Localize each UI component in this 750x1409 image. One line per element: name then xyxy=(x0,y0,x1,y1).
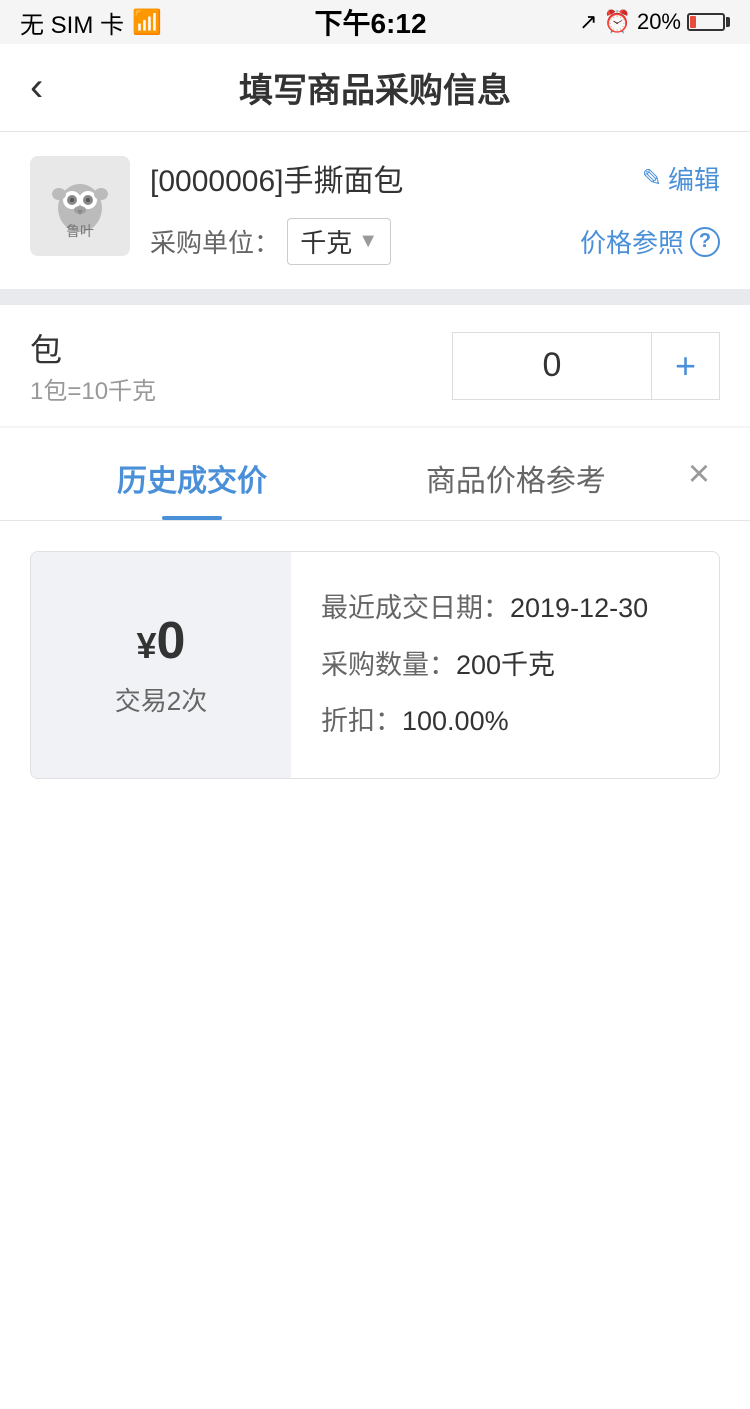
history-left-panel: ¥0 交易2次 xyxy=(31,552,291,778)
history-card: ¥0 交易2次 最近成交日期：2019-12-30 采购数量：200千克 折扣：… xyxy=(30,551,720,779)
history-price: ¥0 xyxy=(137,611,186,671)
back-button[interactable]: ‹ xyxy=(30,65,63,110)
qty-input[interactable]: 0 xyxy=(452,332,652,400)
unit-label: 采购单位： 千克 ▼ xyxy=(150,218,391,265)
status-left: 无 SIM 卡 📶 xyxy=(20,5,162,40)
edit-label: 编辑 xyxy=(668,160,720,197)
price-ref-button[interactable]: 价格参照 ? xyxy=(580,223,720,260)
qty-controls: 0 + xyxy=(452,332,720,400)
location-icon: ↗ xyxy=(579,9,597,35)
help-icon: ? xyxy=(690,227,720,257)
product-name: [0000006]手撕面包 xyxy=(150,156,403,200)
qty-conversion: 1包=10千克 xyxy=(30,371,156,406)
battery-icon xyxy=(687,13,730,31)
history-right-panel: 最近成交日期：2019-12-30 采购数量：200千克 折扣：100.00% xyxy=(291,552,719,778)
product-card: 鲁叶 [0000006]手撕面包 ✎ 编辑 采购单位： 千克 ▼ xyxy=(0,132,750,289)
section-divider xyxy=(0,289,750,305)
page-body xyxy=(0,809,750,1409)
qty-plus-button[interactable]: + xyxy=(652,332,720,400)
tab-price-reference[interactable]: 商品价格参考 xyxy=(354,428,678,520)
discount-row: 折扣：100.00% xyxy=(321,701,689,742)
status-right: ↗ ⏰ 20% xyxy=(579,9,730,35)
tabs-header: 历史成交价 商品价格参考 × xyxy=(0,428,750,521)
price-ref-label: 价格参照 xyxy=(580,223,684,260)
qty-unit-label: 包 xyxy=(30,325,156,371)
purchase-qty-row: 采购数量：200千克 xyxy=(321,645,689,686)
nav-bar: ‹ 填写商品采购信息 xyxy=(0,44,750,132)
history-content: ¥0 交易2次 最近成交日期：2019-12-30 采购数量：200千克 折扣：… xyxy=(0,521,750,809)
yen-symbol: ¥ xyxy=(137,625,157,666)
wifi-icon: 📶 xyxy=(132,8,162,37)
unit-select[interactable]: 千克 ▼ xyxy=(287,218,391,265)
close-button[interactable]: × xyxy=(678,433,720,516)
svg-text:鲁叶: 鲁叶 xyxy=(66,223,94,239)
edit-icon: ✎ xyxy=(642,164,662,193)
recent-date-row: 最近成交日期：2019-12-30 xyxy=(321,588,689,629)
edit-button[interactable]: ✎ 编辑 xyxy=(642,160,720,197)
history-trades: 交易2次 xyxy=(115,681,207,718)
status-time: 下午6:12 xyxy=(314,2,426,42)
product-thumbnail: 鲁叶 xyxy=(30,156,130,256)
battery-pct: 20% xyxy=(637,9,681,35)
product-info: [0000006]手撕面包 ✎ 编辑 采购单位： 千克 ▼ 价格参照 ? xyxy=(150,156,720,265)
alarm-icon: ⏰ xyxy=(604,9,631,35)
unit-value: 千克 xyxy=(300,223,352,260)
quantity-row: 包 1包=10千克 0 + xyxy=(0,305,750,426)
tabs-panel: 历史成交价 商品价格参考 × ¥0 交易2次 最近成交日期：2019-12-30… xyxy=(0,428,750,809)
chevron-down-icon: ▼ xyxy=(358,230,378,253)
sim-status: 无 SIM 卡 xyxy=(20,5,124,40)
page-title: 填写商品采购信息 xyxy=(239,63,511,112)
status-bar: 无 SIM 卡 📶 下午6:12 ↗ ⏰ 20% xyxy=(0,0,750,44)
tab-history-price[interactable]: 历史成交价 xyxy=(30,428,354,520)
